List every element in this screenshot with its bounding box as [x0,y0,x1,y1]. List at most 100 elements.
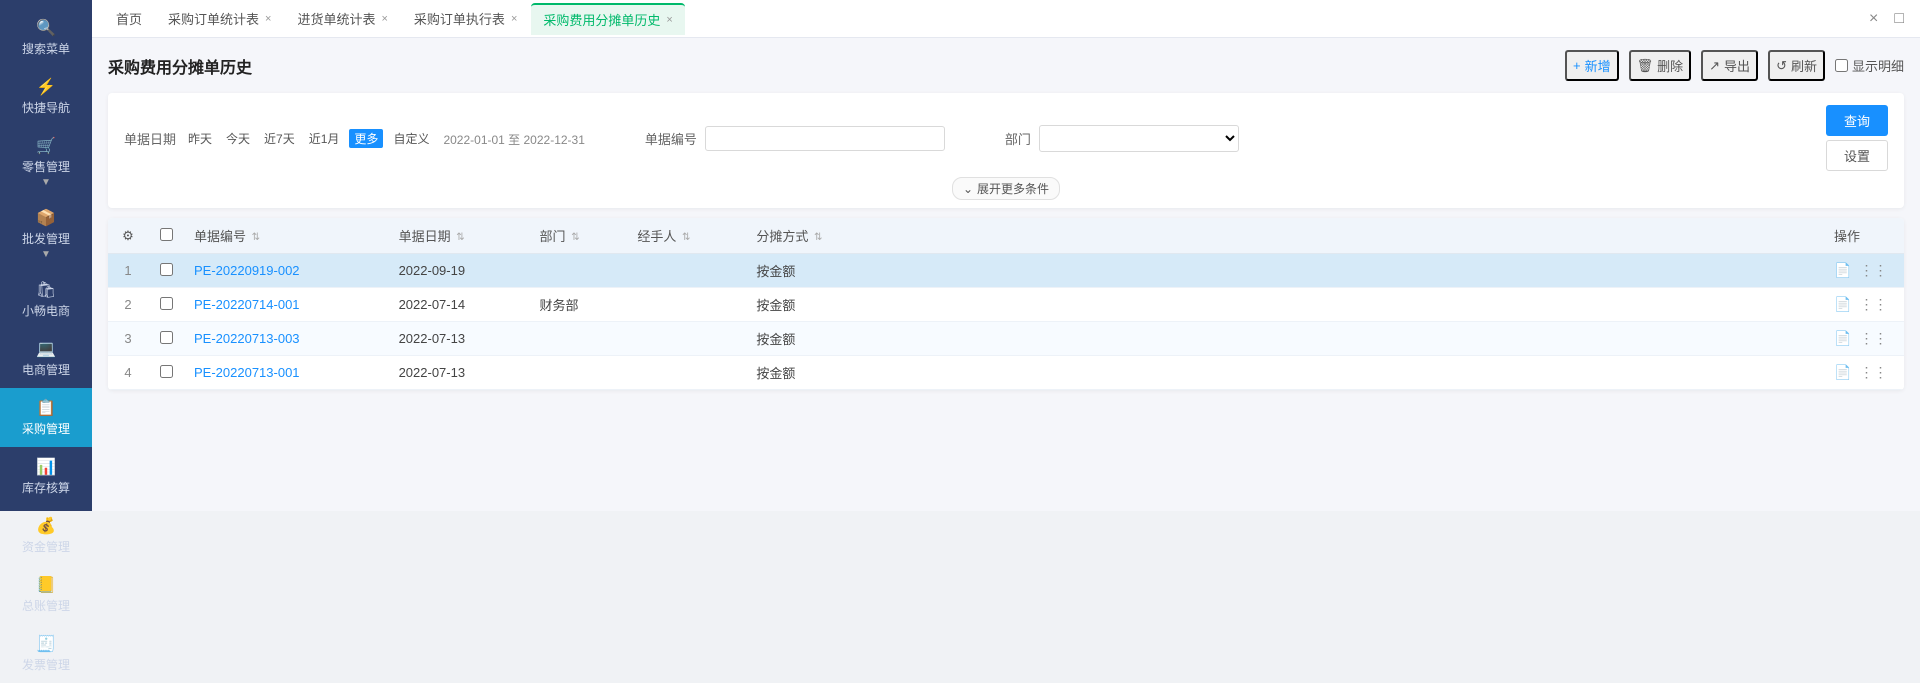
row-actions: 📄 ⋮⋮ [1824,322,1904,356]
row-handler [627,254,746,288]
sidebar-item-wholesale[interactable]: 📦 批发管理 ▼ [0,198,92,270]
page-content: 采购费用分摊单历史 + 新增 🗑 删除 ↗ 导出 ↺ 刷新 [92,38,1920,511]
sidebar-item-finance[interactable]: 💰 资金管理 [0,506,92,565]
sidebar-item-label: 零售管理 [22,158,70,175]
close-icon[interactable]: × [511,13,517,25]
settings-button[interactable]: 设置 [1826,140,1888,171]
export-button[interactable]: ↗ 导出 [1701,50,1758,81]
tab-purchase-order-exec[interactable]: 采购订单执行表 × [402,3,529,35]
show-columns-checkbox[interactable]: 显示明细 [1835,56,1904,75]
new-button[interactable]: + 新增 [1565,50,1619,81]
sort-icon[interactable]: ⇅ [814,232,822,243]
tab-purchase-order-stats[interactable]: 采购订单统计表 × [156,3,283,35]
sidebar-item-label: 库存核算 [22,479,70,496]
tab-inbound-stats[interactable]: 进货单统计表 × [285,3,399,35]
data-table: ⚙ 单据编号 ⇅ 单据日期 ⇅ [108,218,1904,390]
row-checkbox[interactable] [148,288,184,322]
col-gear: ⚙ [108,218,148,254]
last1month-shortcut[interactable]: 近1月 [305,129,344,148]
sort-icon[interactable]: ⇅ [571,232,579,243]
doc-num-link[interactable]: PE-20220713-003 [194,331,300,346]
sidebar-item-label: 资金管理 [22,538,70,555]
row-alloc-method: 按金额 [746,254,1824,288]
doc-num-link[interactable]: PE-20220714-001 [194,297,300,312]
row-num: 2 [108,288,148,322]
sort-icon[interactable]: ⇅ [456,232,464,243]
expand-bar: ⌄ 展开更多条件 [124,177,1888,200]
more-action-icon[interactable]: ⋮⋮ [1859,262,1887,279]
search-bar: 单据日期 昨天 今天 近7天 近1月 更多 自定义 2022-01-01 至 2… [108,93,1904,208]
chevron-down-icon: ⌄ [963,182,973,196]
today-shortcut[interactable]: 今天 [222,129,254,148]
sidebar-item-search[interactable]: 🔍 搜索菜单 [0,8,92,67]
gear-icon[interactable]: ⚙ [122,228,134,243]
sidebar-item-label: 搜索菜单 [22,40,70,57]
col-alloc-method: 分摊方式 ⇅ [746,218,1824,254]
ecommerce-icon: 💻 [36,339,56,359]
sidebar-item-label: 电商管理 [22,361,70,378]
more-action-icon[interactable]: ⋮⋮ [1859,296,1887,313]
sidebar-item-inventory[interactable]: 📊 库存核算 [0,447,92,506]
close-icon[interactable]: × [265,13,271,25]
chevron-down-icon: ▼ [41,249,51,260]
sidebar-item-quick-nav[interactable]: ⚡ 快捷导航 [0,67,92,126]
sort-icon[interactable]: ⇅ [252,232,260,243]
row-date: 2022-07-14 [389,288,530,322]
sidebar-item-invoice[interactable]: 🧾 发票管理 [0,624,92,683]
close-window-button[interactable]: × [1865,8,1882,30]
sidebar-item-ledger[interactable]: 📒 总账管理 [0,565,92,624]
tab-home[interactable]: 首页 [104,3,154,35]
row-checkbox[interactable] [148,254,184,288]
dept-select[interactable]: 财务部 [1039,125,1239,152]
edit-icon[interactable]: 📄 [1834,330,1851,347]
tab-purchase-cost-history[interactable]: 采购费用分摊单历史 × [531,3,684,35]
search-row-1: 单据日期 昨天 今天 近7天 近1月 更多 自定义 2022-01-01 至 2… [124,105,1888,171]
sort-icon[interactable]: ⇅ [682,232,690,243]
row-num: 4 [108,356,148,390]
edit-icon[interactable]: 📄 [1834,296,1851,313]
more-shortcut[interactable]: 更多 [349,129,383,148]
edit-icon[interactable]: 📄 [1834,262,1851,279]
refresh-button[interactable]: ↺ 刷新 [1768,50,1825,81]
sidebar-item-ecommerce[interactable]: 💻 电商管理 [0,329,92,388]
select-all-checkbox[interactable] [160,228,173,241]
custom-shortcut[interactable]: 自定义 [389,129,433,148]
tab-label: 采购费用分摊单历史 [543,10,660,29]
sidebar-item-retail[interactable]: 🛒 零售管理 ▼ [0,126,92,198]
more-action-icon[interactable]: ⋮⋮ [1859,330,1887,347]
sidebar-item-label: 小畅电商 [22,302,70,319]
last7days-shortcut[interactable]: 近7天 [260,129,299,148]
search-button[interactable]: 查询 [1826,105,1888,136]
table-row: 3 PE-20220713-003 2022-07-13 按金额 📄 ⋮⋮ [108,322,1904,356]
row-handler [627,288,746,322]
yesterday-shortcut[interactable]: 昨天 [184,129,216,148]
edit-icon[interactable]: 📄 [1834,364,1851,381]
dept-label: 部门 [1005,129,1031,148]
maximize-window-button[interactable]: □ [1890,8,1908,30]
row-checkbox[interactable] [148,322,184,356]
row-actions: 📄 ⋮⋮ [1824,254,1904,288]
row-checkbox[interactable] [148,356,184,390]
sidebar-item-label: 采购管理 [22,420,70,437]
close-icon[interactable]: × [666,14,672,26]
doc-num-input[interactable] [705,126,945,151]
col-dept: 部门 ⇅ [530,218,628,254]
close-icon[interactable]: × [381,13,387,25]
show-columns-input[interactable] [1835,59,1848,72]
more-action-icon[interactable]: ⋮⋮ [1859,364,1887,381]
wholesale-icon: 📦 [36,208,56,228]
col-actions: 操作 [1824,218,1904,254]
delete-button[interactable]: 🗑 删除 [1629,50,1692,81]
table-row: 1 PE-20220919-002 2022-09-19 按金额 📄 ⋮⋮ [108,254,1904,288]
refresh-button-label: 刷新 [1791,56,1817,75]
retail-icon: 🛒 [36,136,56,156]
col-doc-num-label: 单据编号 [194,229,246,244]
new-button-label: 新增 [1585,56,1611,75]
doc-num-link[interactable]: PE-20220713-001 [194,365,300,380]
expand-button[interactable]: ⌄ 展开更多条件 [952,177,1060,200]
sidebar-item-mini-shop[interactable]: 🛍 小畅电商 [0,270,92,329]
row-doc-num: PE-20220919-002 [184,254,389,288]
sidebar-item-purchase[interactable]: 📋 采购管理 [0,388,92,447]
row-doc-num: PE-20220713-001 [184,356,389,390]
doc-num-link[interactable]: PE-20220919-002 [194,263,300,278]
